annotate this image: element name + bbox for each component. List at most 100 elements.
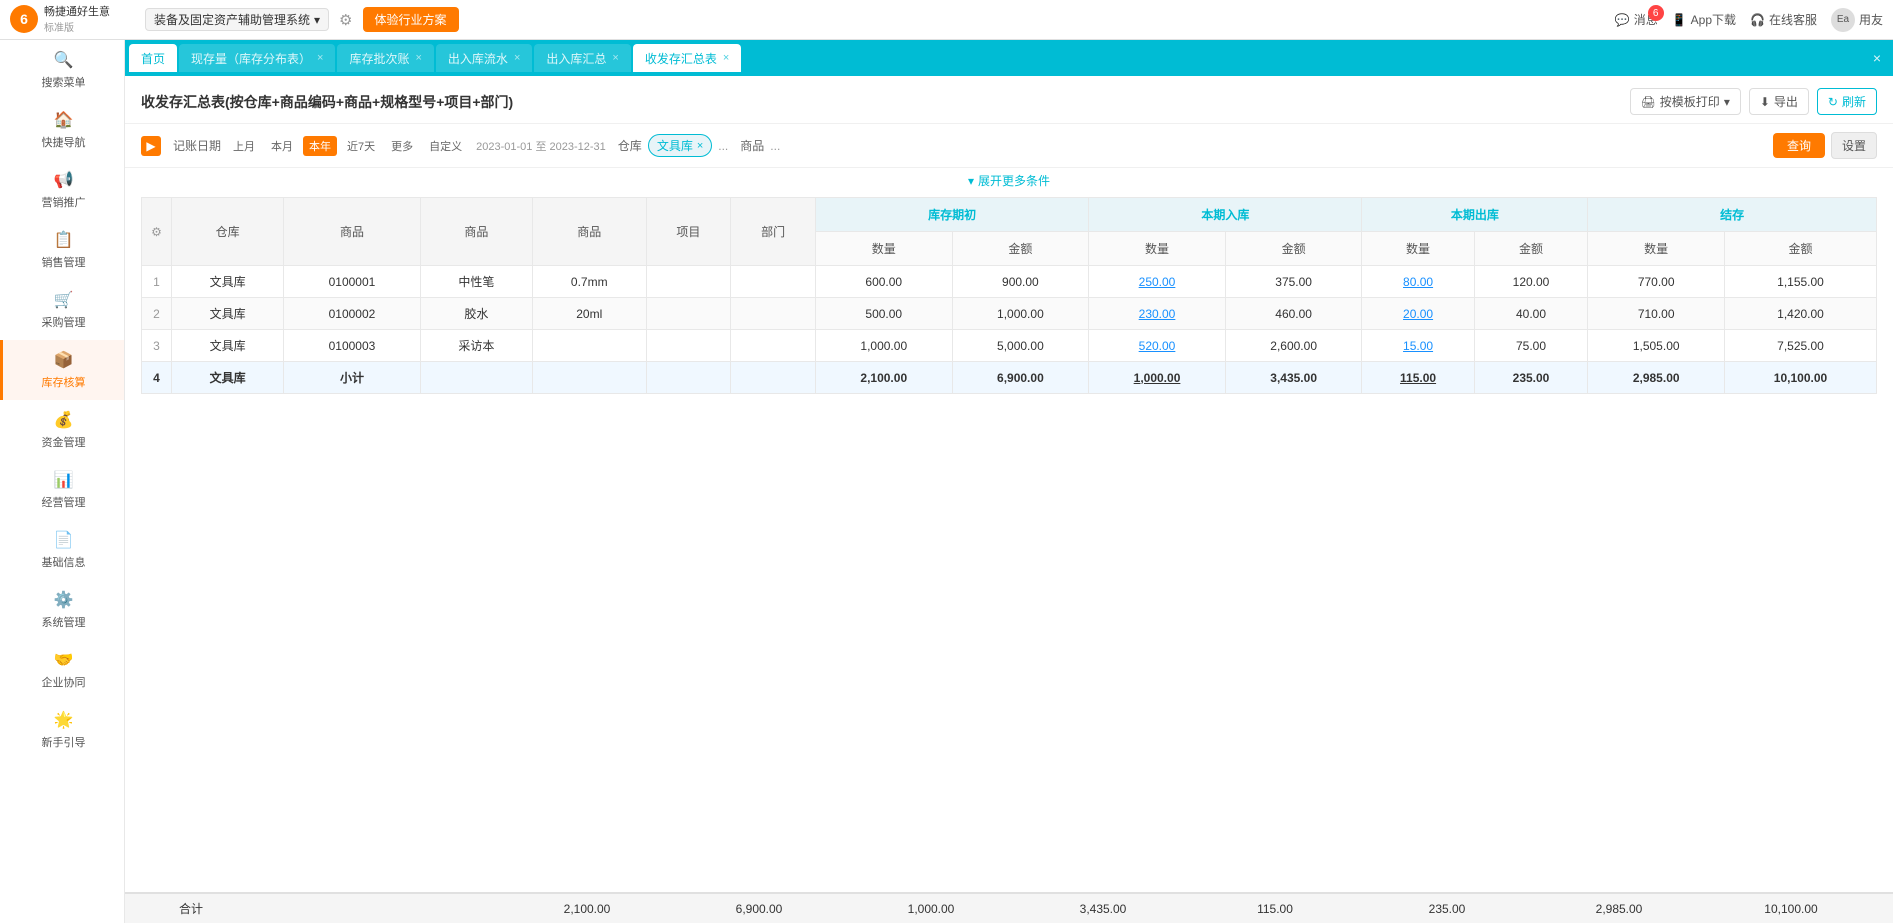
warehouse-tag-text: 文具库 <box>657 137 693 154</box>
row-3-code: 0100003 <box>284 330 421 362</box>
row-1-spec: 0.7mm <box>532 266 646 298</box>
settings-icon[interactable]: ⚙ <box>339 11 352 29</box>
subtotal-in-qty[interactable]: 1,000.00 <box>1089 362 1226 394</box>
sidebar-item-inventory[interactable]: 📦 库存核算 <box>0 340 124 400</box>
sidebar-item-guide[interactable]: 🌟 新手引导 <box>0 700 124 760</box>
print-btn[interactable]: 🖨 按模板打印 ▾ <box>1630 88 1741 115</box>
sidebar-item-marketing[interactable]: 📢 营销推广 <box>0 160 124 220</box>
message-icon: 💬 <box>1615 13 1630 27</box>
refresh-icon: ↻ <box>1828 95 1838 109</box>
expand-more-btn[interactable]: ▾ 展开更多条件 <box>968 172 1050 189</box>
row-1-in-amt: 375.00 <box>1225 266 1362 298</box>
tab-stock-dist[interactable]: 现存量（库存分布表） × <box>179 44 335 72</box>
user-menu[interactable]: Ea 用友 <box>1831 8 1883 32</box>
sidebar-item-quick-nav[interactable]: 🏠 快捷导航 <box>0 100 124 160</box>
sidebar-item-operations[interactable]: 📊 经营管理 <box>0 460 124 520</box>
row-3-warehouse: 文具库 <box>172 330 284 362</box>
main-layout: 🔍 搜索菜单 🏠 快捷导航 📢 营销推广 📋 销售管理 🛒 采购管理 📦 库存核… <box>0 40 1893 923</box>
sidebar-item-sales[interactable]: 📋 销售管理 <box>0 220 124 280</box>
app-download-btn[interactable]: 📱 App下载 <box>1672 11 1736 28</box>
online-service-btn[interactable]: 🎧 在线客服 <box>1750 11 1817 28</box>
row-2-out-qty[interactable]: 20.00 <box>1362 298 1474 330</box>
sidebar-item-finance[interactable]: 💰 资金管理 <box>0 400 124 460</box>
row-1-code: 0100001 <box>284 266 421 298</box>
date-btn-this-year[interactable]: 本年 <box>303 136 337 156</box>
row-1-out-amt: 120.00 <box>1474 266 1588 298</box>
row-2-in-qty[interactable]: 230.00 <box>1089 298 1226 330</box>
date-btn-last-month[interactable]: 上月 <box>227 136 261 156</box>
date-btn-this-month[interactable]: 本月 <box>265 136 299 156</box>
tab-close-batch[interactable]: × <box>415 52 421 64</box>
tab-bar-close-btn[interactable]: × <box>1865 50 1889 66</box>
col-warehouse: 仓库 <box>172 198 284 266</box>
row-3-out-qty[interactable]: 15.00 <box>1362 330 1474 362</box>
warehouse-tag: 文具库 × <box>648 134 712 157</box>
sidebar-item-quick-nav-label: 快捷导航 <box>42 134 86 150</box>
refresh-btn[interactable]: ↻ 刷新 <box>1817 88 1877 115</box>
sidebar-item-finance-label: 资金管理 <box>42 434 86 450</box>
col-group-in: 本期入库 <box>1089 198 1362 232</box>
export-btn[interactable]: ⬇ 导出 <box>1749 88 1809 115</box>
tab-inout-flow[interactable]: 出入库流水 × <box>436 44 532 72</box>
page-title: 收发存汇总表(按仓库+商品编码+商品+规格型号+项目+部门) <box>141 92 513 112</box>
row-3-in-qty[interactable]: 520.00 <box>1089 330 1226 362</box>
subtotal-close-amt: 10,100.00 <box>1725 362 1877 394</box>
sidebar-item-inventory-label: 库存核算 <box>42 374 86 390</box>
tab-inout-summary[interactable]: 出入库汇总 × <box>534 44 630 72</box>
row-3-spec <box>532 330 646 362</box>
sidebar-item-search[interactable]: 🔍 搜索菜单 <box>0 40 124 100</box>
tab-close-stock-dist[interactable]: × <box>317 52 323 64</box>
tab-close-inout-flow[interactable]: × <box>514 52 520 64</box>
experience-btn[interactable]: 体验行业方案 <box>363 7 459 32</box>
tab-receive-send[interactable]: 收发存汇总表 × <box>633 44 741 72</box>
message-btn[interactable]: 💬 消息 6 <box>1615 11 1658 28</box>
table-row: 1 文具库 0100001 中性笔 0.7mm 600.00 900.00 25… <box>142 266 1877 298</box>
filter-expand-btn[interactable]: ▶ <box>141 136 161 156</box>
col-group-closing: 结存 <box>1588 198 1877 232</box>
row-1-in-qty[interactable]: 250.00 <box>1089 266 1226 298</box>
page-actions: 🖨 按模板打印 ▾ ⬇ 导出 ↻ 刷新 <box>1630 88 1877 115</box>
tab-close-inout-summary[interactable]: × <box>612 52 618 64</box>
row-2-in-amt: 460.00 <box>1225 298 1362 330</box>
marketing-icon: 📢 <box>54 170 74 190</box>
sidebar-item-basic[interactable]: 📄 基础信息 <box>0 520 124 580</box>
subtotal-out-amt: 235.00 <box>1474 362 1588 394</box>
subtotal-in-amt: 3,435.00 <box>1225 362 1362 394</box>
footer-out-amt: 235.00 <box>1361 902 1533 916</box>
row-2-close-qty: 710.00 <box>1588 298 1725 330</box>
subtotal-out-qty[interactable]: 115.00 <box>1362 362 1474 394</box>
row-1-open-qty: 600.00 <box>815 266 952 298</box>
product-more[interactable]: ... <box>770 139 780 153</box>
search-btn[interactable]: 查询 <box>1773 133 1825 158</box>
headset-icon: 🎧 <box>1750 13 1765 27</box>
subtotal-open-amt: 6,900.00 <box>952 362 1089 394</box>
warehouse-tag-close[interactable]: × <box>697 140 703 152</box>
table-settings-icon[interactable]: ⚙ <box>151 225 162 239</box>
top-header: 6 畅捷通好生意 标准版 装备及固定资产辅助管理系统 ▾ ⚙ 体验行业方案 💬 … <box>0 0 1893 40</box>
date-btn-7days[interactable]: 近7天 <box>341 136 381 156</box>
sidebar-item-guide-label: 新手引导 <box>42 734 86 750</box>
tab-close-receive-send[interactable]: × <box>723 52 729 64</box>
row-2-open-amt: 1,000.00 <box>952 298 1089 330</box>
tab-home[interactable]: 首页 <box>129 44 177 72</box>
sidebar-item-purchase[interactable]: 🛒 采购管理 <box>0 280 124 340</box>
logo-area: 6 畅捷通好生意 标准版 <box>10 5 135 34</box>
chevron-down-icon2: ▾ <box>968 174 974 188</box>
system-selector[interactable]: 装备及固定资产辅助管理系统 ▾ <box>145 8 329 31</box>
tab-bar: 首页 现存量（库存分布表） × 库存批次账 × 出入库流水 × 出入库汇总 × … <box>125 40 1893 76</box>
export-icon: ⬇ <box>1760 95 1770 109</box>
footer-open-amt: 6,900.00 <box>673 902 845 916</box>
row-1-out-qty[interactable]: 80.00 <box>1362 266 1474 298</box>
sales-icon: 📋 <box>54 230 74 250</box>
sidebar-item-system[interactable]: ⚙️ 系统管理 <box>0 580 124 640</box>
date-btn-more[interactable]: 更多 <box>385 136 419 156</box>
warehouse-more[interactable]: ... <box>718 139 728 153</box>
tab-batch[interactable]: 库存批次账 × <box>337 44 433 72</box>
date-btn-custom[interactable]: 自定义 <box>423 136 468 156</box>
filter-setting-btn[interactable]: 设置 <box>1831 132 1877 159</box>
footer-open-qty: 2,100.00 <box>501 902 673 916</box>
table-container: ⚙ 仓库 商品 商品 商品 项目 部门 库存期初 本期入库 本期出库 结存 <box>125 197 1893 394</box>
sidebar-item-basic-label: 基础信息 <box>42 554 86 570</box>
sidebar-item-purchase-label: 采购管理 <box>42 314 86 330</box>
sidebar-item-enterprise[interactable]: 🤝 企业协同 <box>0 640 124 700</box>
